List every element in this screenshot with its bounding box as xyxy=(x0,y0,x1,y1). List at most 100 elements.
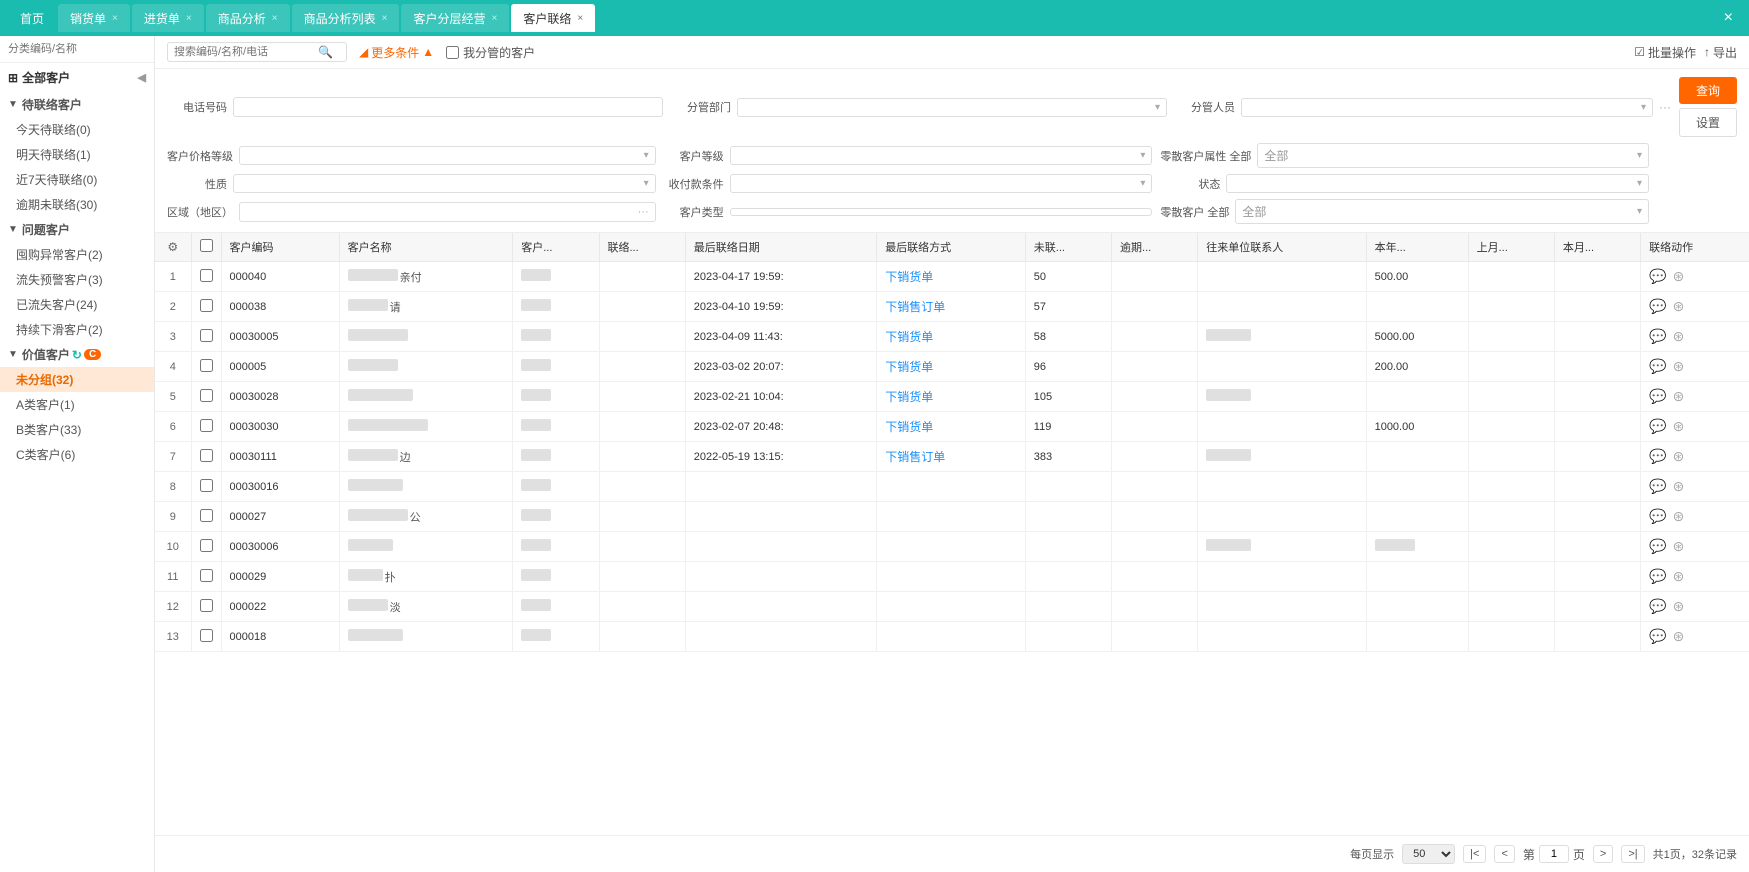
row-checkbox[interactable] xyxy=(200,629,213,642)
message-icon[interactable]: 💬 xyxy=(1649,478,1666,495)
first-page-button[interactable]: |< xyxy=(1463,845,1486,863)
customer-level-select[interactable]: ▾ xyxy=(730,146,1153,165)
last-contact-method[interactable]: 下销货单 xyxy=(877,322,1026,352)
row-checkbox[interactable] xyxy=(200,569,213,582)
next-page-button[interactable]: > xyxy=(1593,845,1613,863)
last-contact-method[interactable] xyxy=(877,502,1026,532)
search-input[interactable] xyxy=(174,46,314,58)
action-buttons[interactable]: 💬 ⊛ xyxy=(1641,472,1749,502)
grid-action-icon[interactable]: ⊛ xyxy=(1673,598,1685,615)
nav-tab-home[interactable]: 首页 xyxy=(8,4,56,32)
last-contact-method[interactable] xyxy=(877,592,1026,622)
action-buttons[interactable]: 💬 ⊛ xyxy=(1641,262,1749,292)
nav-tab-customer-contact[interactable]: 客户联络 × xyxy=(511,4,595,32)
action-buttons[interactable]: 💬 ⊛ xyxy=(1641,292,1749,322)
sidebar-item-declining[interactable]: 持续下滑客户(2) xyxy=(0,317,154,342)
method-link[interactable]: 下销货单 xyxy=(885,270,933,284)
action-buttons[interactable]: 💬 ⊛ xyxy=(1641,322,1749,352)
row-check[interactable] xyxy=(191,442,221,472)
grid-action-icon[interactable]: ⊛ xyxy=(1673,538,1685,555)
nav-tab-customer-layer[interactable]: 客户分层经营 × xyxy=(401,4,509,32)
message-icon[interactable]: 💬 xyxy=(1649,388,1666,405)
last-contact-method[interactable]: 下销货单 xyxy=(877,352,1026,382)
action-buttons[interactable]: 💬 ⊛ xyxy=(1641,412,1749,442)
row-check[interactable] xyxy=(191,352,221,382)
row-check[interactable] xyxy=(191,622,221,652)
sparse-customer-select[interactable]: 全部 ▾ xyxy=(1235,199,1649,224)
action-buttons[interactable]: 💬 ⊛ xyxy=(1641,592,1749,622)
message-icon[interactable]: 💬 xyxy=(1649,298,1666,315)
ellipsis-icon[interactable]: ··· xyxy=(638,206,649,218)
row-checkbox[interactable] xyxy=(200,599,213,612)
select-all-checkbox[interactable] xyxy=(200,239,213,252)
search-icon[interactable]: 🔍 xyxy=(318,45,333,59)
row-checkbox[interactable] xyxy=(200,419,213,432)
nav-tab-sales[interactable]: 销货单 × xyxy=(58,4,130,32)
action-buttons[interactable]: 💬 ⊛ xyxy=(1641,532,1749,562)
price-level-select[interactable]: ▾ xyxy=(239,146,656,165)
pending-contact-group[interactable]: ▼ 待联络客户 xyxy=(0,92,154,117)
customer-type-select[interactable] xyxy=(730,208,1153,216)
last-page-button[interactable]: >| xyxy=(1621,845,1644,863)
sidebar-item-overdue[interactable]: 逾期未联络(30) xyxy=(0,192,154,217)
close-icon[interactable]: × xyxy=(382,13,388,24)
collapse-icon[interactable]: ◀ xyxy=(138,71,146,84)
row-check[interactable] xyxy=(191,472,221,502)
method-link[interactable]: 下销售订单 xyxy=(885,450,945,464)
sidebar-item-a-class[interactable]: A类客户(1) xyxy=(0,392,154,417)
method-link[interactable]: 下销货单 xyxy=(885,420,933,434)
row-check[interactable] xyxy=(191,292,221,322)
last-contact-method[interactable] xyxy=(877,532,1026,562)
grid-action-icon[interactable]: ⊛ xyxy=(1673,298,1685,315)
payment-terms-select[interactable]: ▾ xyxy=(730,174,1153,193)
ellipsis-icon[interactable]: ··· xyxy=(1659,100,1671,114)
th-settings[interactable]: ⚙ xyxy=(155,233,191,262)
row-check[interactable] xyxy=(191,322,221,352)
value-customers-group[interactable]: ▼ 价值客户 ↻ C xyxy=(0,342,154,367)
sidebar-item-abnormal[interactable]: 囤购异常客户(2) xyxy=(0,242,154,267)
sidebar-item-c-class[interactable]: C类客户(6) xyxy=(0,442,154,467)
close-icon[interactable]: × xyxy=(272,13,278,24)
message-icon[interactable]: 💬 xyxy=(1649,508,1666,525)
action-buttons[interactable]: 💬 ⊛ xyxy=(1641,352,1749,382)
message-icon[interactable]: 💬 xyxy=(1649,598,1666,615)
grid-action-icon[interactable]: ⊛ xyxy=(1673,328,1685,345)
message-icon[interactable]: 💬 xyxy=(1649,418,1666,435)
nav-tab-product-analysis[interactable]: 商品分析 × xyxy=(206,4,290,32)
nature-select[interactable]: ▾ xyxy=(233,174,656,193)
export-button[interactable]: ↑ 导出 xyxy=(1704,44,1737,61)
last-contact-method[interactable] xyxy=(877,562,1026,592)
row-checkbox[interactable] xyxy=(200,479,213,492)
th-check[interactable] xyxy=(191,233,221,262)
close-icon[interactable]: × xyxy=(112,13,118,24)
row-check[interactable] xyxy=(191,262,221,292)
message-icon[interactable]: 💬 xyxy=(1649,358,1666,375)
grid-action-icon[interactable]: ⊛ xyxy=(1673,418,1685,435)
row-check[interactable] xyxy=(191,532,221,562)
query-button[interactable]: 查询 xyxy=(1679,77,1737,104)
message-icon[interactable]: 💬 xyxy=(1649,268,1666,285)
method-link[interactable]: 下销货单 xyxy=(885,360,933,374)
close-icon[interactable]: × xyxy=(491,13,497,24)
row-checkbox[interactable] xyxy=(200,389,213,402)
sidebar-item-tomorrow[interactable]: 明天待联络(1) xyxy=(0,142,154,167)
row-check[interactable] xyxy=(191,592,221,622)
sidebar-item-7days[interactable]: 近7天待联络(0) xyxy=(0,167,154,192)
grid-action-icon[interactable]: ⊛ xyxy=(1673,628,1685,645)
grid-action-icon[interactable]: ⊛ xyxy=(1673,568,1685,585)
batch-op-button[interactable]: ☑ 批量操作 xyxy=(1634,44,1696,61)
row-checkbox[interactable] xyxy=(200,509,213,522)
message-icon[interactable]: 💬 xyxy=(1649,538,1666,555)
row-check[interactable] xyxy=(191,502,221,532)
nav-tab-purchase[interactable]: 进货单 × xyxy=(132,4,204,32)
reset-button[interactable]: 设置 xyxy=(1679,108,1737,137)
message-icon[interactable]: 💬 xyxy=(1649,628,1666,645)
grid-action-icon[interactable]: ⊛ xyxy=(1673,508,1685,525)
sidebar-item-b-class[interactable]: B类客户(33) xyxy=(0,417,154,442)
row-checkbox[interactable] xyxy=(200,269,213,282)
last-contact-method[interactable]: 下销售订单 xyxy=(877,442,1026,472)
status-select[interactable]: ▾ xyxy=(1226,174,1649,193)
last-contact-method[interactable] xyxy=(877,622,1026,652)
row-checkbox[interactable] xyxy=(200,359,213,372)
message-icon[interactable]: 💬 xyxy=(1649,328,1666,345)
